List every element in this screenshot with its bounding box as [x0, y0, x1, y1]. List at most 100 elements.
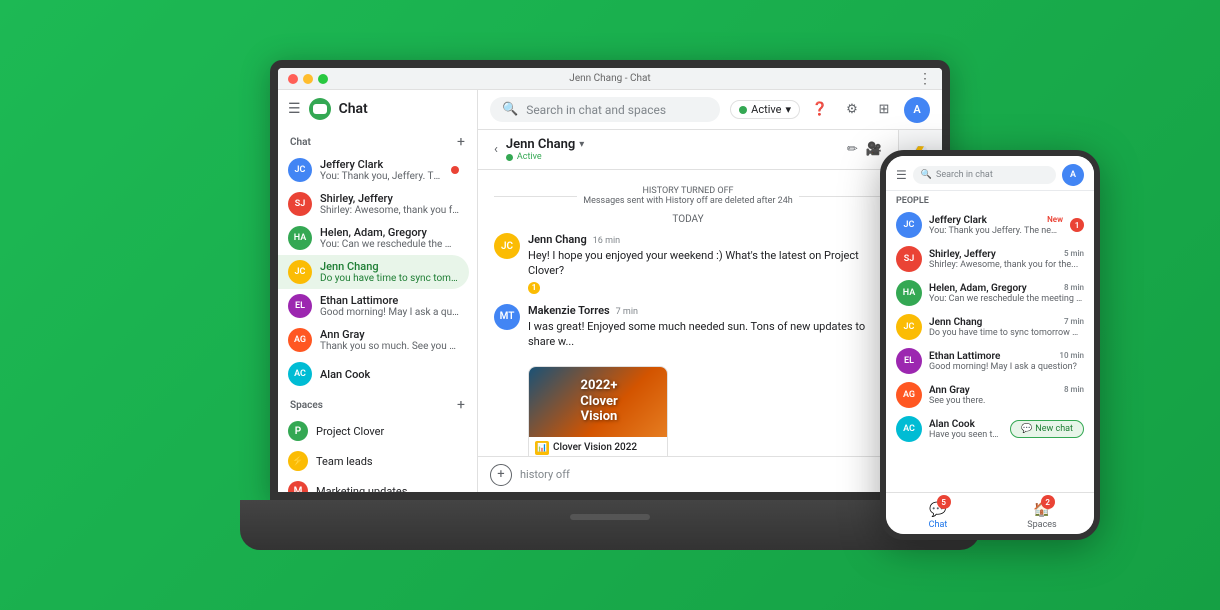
chat-info: Ann Gray 8 min See you there. [929, 385, 1084, 406]
chat-preview: Good morning! May I ask a question? [929, 362, 1084, 372]
chat-info: Shirley, Jeffery 5 min Shirley: Awesome,… [929, 249, 1084, 270]
content-area: ‹ Jenn Chang ▾ Active [478, 130, 942, 492]
message-content: Jenn Chang 16 min Hey! I hope you enjoye… [528, 233, 882, 294]
chat-name: Ann Gray [320, 328, 459, 341]
chat-item-ann-gray[interactable]: AG Ann Gray Thank you so much. See you t… [278, 323, 469, 357]
avatar: SJ [288, 192, 312, 216]
chat-logo-icon [313, 104, 327, 114]
card-title-bar: 📊 Clover Vision 2022 [529, 437, 667, 456]
add-space-button[interactable]: + [457, 397, 465, 413]
space-item-team-leads[interactable]: ⚡ Team leads [278, 446, 469, 476]
help-icon[interactable]: ❓ [808, 98, 832, 122]
chat-unread-badge: 5 [937, 495, 951, 509]
phone-chat-item-jenn[interactable]: JC Jenn Chang 7 min Do you have time to … [886, 310, 1094, 344]
avatar: AG [288, 328, 312, 352]
maximize-button[interactable] [318, 74, 328, 84]
window-menu-icon[interactable]: ⋮ [918, 71, 932, 87]
user-avatar[interactable]: A [904, 97, 930, 123]
chat-name-row: Jenn Chang ▾ [506, 137, 584, 152]
google-chat-app: Jenn Chang - Chat ⋮ ☰ Chat Chat + [278, 68, 942, 492]
chat-item-alan-cook[interactable]: AC Alan Cook [278, 357, 469, 391]
history-banner: HISTORY TURNED OFF Messages sent with Hi… [494, 186, 882, 206]
close-button[interactable] [288, 74, 298, 84]
chevron-down-icon: ▾ [579, 139, 584, 150]
avatar: SJ [896, 246, 922, 272]
chat-item-jeffery-clark[interactable]: JC Jeffery Clark You: Thank you, Jeffery… [278, 153, 469, 187]
chat-status-row: Active [506, 152, 584, 162]
chat-section-header: Chat + [278, 128, 477, 153]
sidebar: ☰ Chat Chat + JC Jeffery Cl [278, 90, 478, 492]
message-input[interactable]: history off [520, 468, 570, 481]
chat-info: Jeffery Clark You: Thank you, Jeffery. T… [320, 158, 443, 182]
status-dot [739, 106, 747, 114]
phone-chat-item-shirley[interactable]: SJ Shirley, Jeffery 5 min Shirley: Aweso… [886, 242, 1094, 276]
hamburger-icon[interactable]: ☰ [288, 101, 301, 117]
chat-item-ethan-lattimore[interactable]: EL Ethan Lattimore Good morning! May I a… [278, 289, 469, 323]
active-status-text: Active [517, 152, 542, 162]
space-name: Marketing updates [316, 485, 407, 493]
card-preview[interactable]: 2022+CloverVision 📊 Clover Vision 2022 [528, 366, 668, 456]
phone-section-label: PEOPLE [886, 191, 1094, 208]
chat-logo [309, 98, 331, 120]
avatar: AG [896, 382, 922, 408]
laptop-base [240, 500, 980, 550]
chat-item-jenn-chang[interactable]: JC Jenn Chang Do you have time to sync t… [278, 255, 469, 289]
space-item-marketing-updates[interactable]: M Marketing updates [278, 476, 469, 492]
phone-user-avatar[interactable]: A [1062, 164, 1084, 186]
sidebar-header: ☰ Chat [278, 90, 477, 128]
chat-name: Helen, Adam, Gregory [320, 226, 459, 239]
new-chat-button[interactable]: 💬 New chat [1010, 420, 1084, 438]
active-status-dot [506, 154, 513, 161]
back-button[interactable]: ‹ [494, 142, 498, 157]
avatar: AC [288, 362, 312, 386]
video-call-icon[interactable]: 🎥 [866, 142, 882, 157]
phone-nav-spaces[interactable]: 🏠 2 Spaces [990, 499, 1094, 530]
phone-chat-item-helen[interactable]: HA Helen, Adam, Gregory 8 min You: Can w… [886, 276, 1094, 310]
message-input-area: + history off [478, 456, 898, 492]
chat-name: Shirley, Jeffery [320, 192, 459, 205]
app-body: ☰ Chat Chat + JC Jeffery Cl [278, 90, 942, 492]
sender-name: Jenn Chang [528, 233, 587, 246]
phone-bottom-nav: 💬 5 Chat 🏠 2 Spaces [886, 492, 1094, 534]
add-attachment-button[interactable]: + [490, 464, 512, 486]
chat-name: Jeffery Clark [320, 158, 443, 171]
message-text: Hey! I hope you enjoyed your weekend :) … [528, 248, 882, 279]
chat-preview: Shirley: Awesome, thank you for the... [929, 260, 1084, 270]
chat-nav-icon-wrap: 💬 5 [929, 499, 946, 518]
chat-item-shirley-jeffery[interactable]: SJ Shirley, Jeffery Shirley: Awesome, th… [278, 187, 469, 221]
chat-nav-label: Chat [929, 520, 948, 530]
phone-nav-chat[interactable]: 💬 5 Chat [886, 499, 990, 530]
phone-chat-item-ann[interactable]: AG Ann Gray 8 min See you there. [886, 378, 1094, 412]
message-header: Makenzie Torres 7 min [528, 304, 882, 317]
card-image: 2022+CloverVision [529, 367, 668, 437]
chat-info: Jenn Chang Do you have time to sync tomo… [320, 260, 459, 284]
space-name: Project Clover [316, 425, 384, 438]
minimize-button[interactable] [303, 74, 313, 84]
avatar: JC [288, 158, 312, 182]
phone-search-icon: 🔍 [921, 170, 932, 180]
grid-icon[interactable]: ⊞ [872, 98, 896, 122]
chat-name: Shirley, Jeffery 5 min [929, 249, 1084, 260]
status-badge[interactable]: Active ▾ [730, 100, 800, 119]
date-divider: TODAY [494, 214, 882, 225]
phone-search-field[interactable]: 🔍 Search in chat [913, 166, 1056, 184]
add-chat-button[interactable]: + [457, 134, 465, 150]
message-content: Makenzie Torres 7 min I was great! Enjoy… [528, 304, 882, 350]
message-text: I was great! Enjoyed some much needed su… [528, 319, 882, 350]
chat-item-helen-adam-gregory[interactable]: HA Helen, Adam, Gregory You: Can we resc… [278, 221, 469, 255]
space-item-project-clover[interactable]: P Project Clover [278, 416, 469, 446]
phone-chat-item-jeffery[interactable]: JC Jeffery Clark New You: Thank you Jeff… [886, 208, 1094, 242]
phone-app: ☰ 🔍 Search in chat A PEOPLE JC Jeffery C… [886, 156, 1094, 534]
avatar: EL [288, 294, 312, 318]
edit-icon[interactable]: ✏ [847, 142, 858, 157]
phone-chat-item-alan[interactable]: AC Alan Cook Have you seen that: Jack an… [886, 412, 1094, 446]
laptop-screen: Jenn Chang - Chat ⋮ ☰ Chat Chat + [270, 60, 950, 500]
phone-chat-item-ethan[interactable]: EL Ethan Lattimore 10 min Good morning! … [886, 344, 1094, 378]
settings-icon[interactable]: ⚙ [840, 98, 864, 122]
unread-indicator [451, 166, 459, 174]
space-icon: P [288, 421, 308, 441]
space-icon: ⚡ [288, 451, 308, 471]
search-field[interactable]: 🔍 Search in chat and spaces [490, 97, 720, 122]
search-placeholder: Search in chat and spaces [526, 103, 666, 117]
new-chat-icon: 💬 [1021, 424, 1032, 434]
